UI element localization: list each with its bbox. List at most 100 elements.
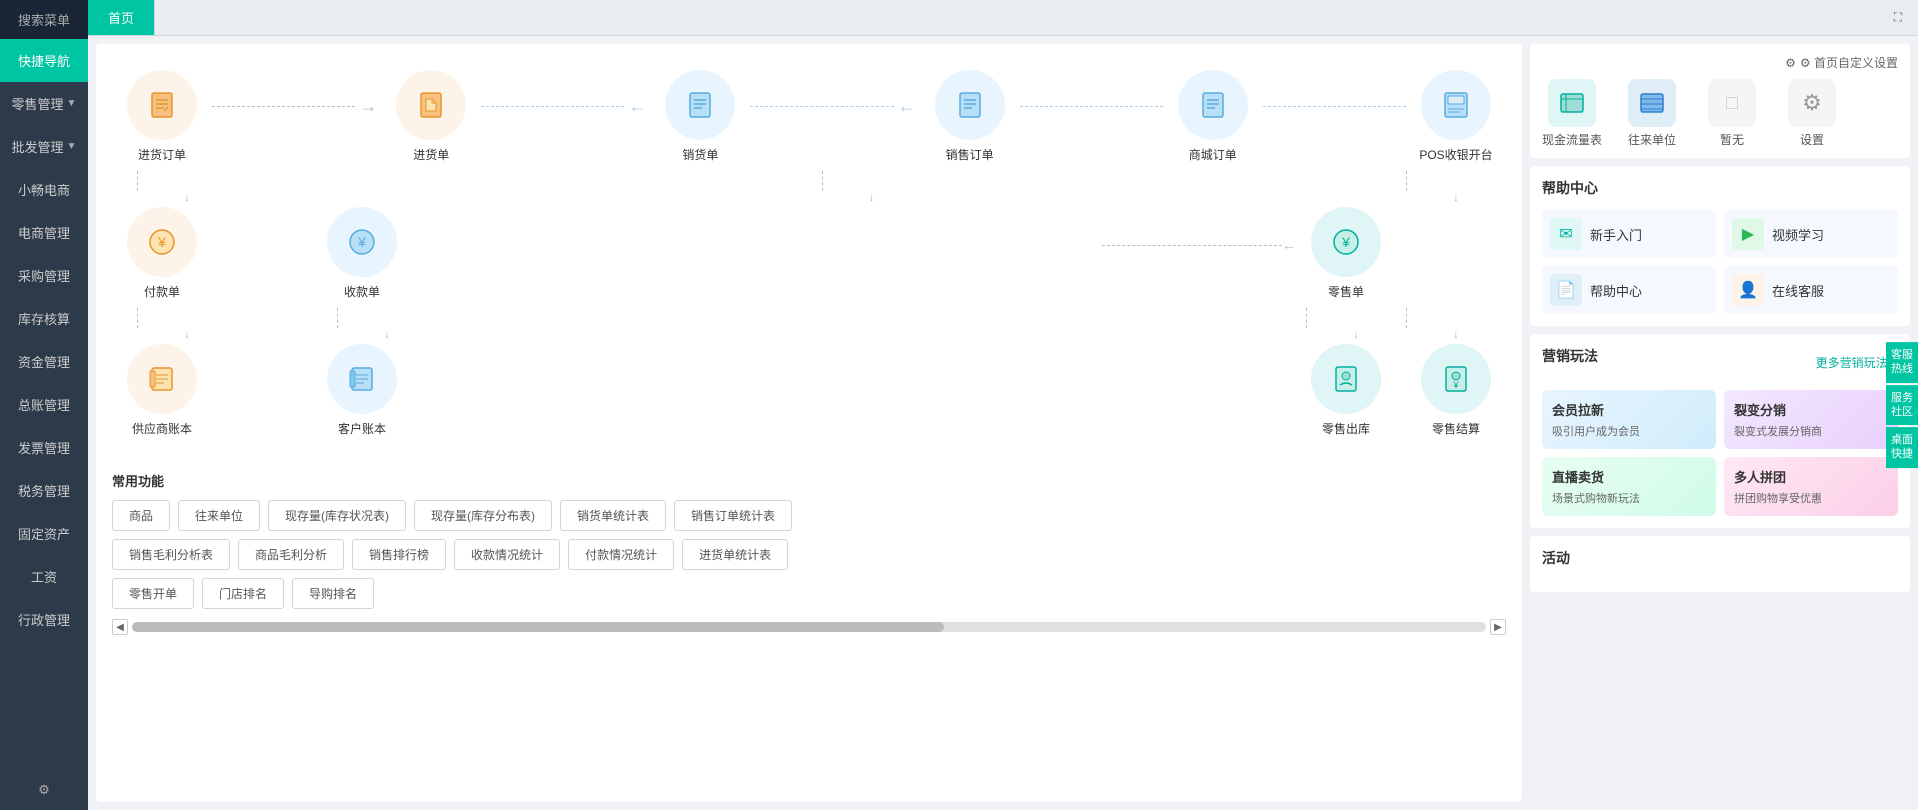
flow-v-arrow [822,171,922,191]
scroll-right-button[interactable]: ▶ [1490,619,1506,635]
func-btn-guide-rank[interactable]: 导购排名 [292,578,374,609]
flow-node-payment: ¥ 付款单 [112,207,212,300]
func-btn-order-stat[interactable]: 销售订单统计表 [674,500,792,531]
chevron-down-icon: ▼ [67,141,77,152]
tab-home[interactable]: 首页 [88,0,155,35]
marketing-item-fission[interactable]: 裂变分销 裂变式发展分销商 [1724,390,1898,449]
scroll-left-button[interactable]: ◀ [112,619,128,635]
quick-icon-settings[interactable]: ⚙ 设置 [1782,79,1842,148]
func-row-2: 销售毛利分析表 商品毛利分析 销售排行榜 收款情况统计 付款情况统计 进货单统计… [112,539,1506,570]
doc-icon: 📄 [1550,274,1582,306]
help-item-label: 新手入门 [1590,225,1642,244]
func-btn-purchase-stat[interactable]: 进货单统计表 [682,539,788,570]
marketing-header: 营销玩法 更多营销玩法 > [1542,346,1898,378]
flow-node-customer-ledger: 客户账本 [312,344,412,437]
right-panel: ⚙ ⚙ 首页自定义设置 现金流量表 [1530,44,1910,802]
flow-node-purchase: 进货单 [381,70,481,163]
supplier-ledger-icon [127,344,197,414]
sidebar-item-label: 发票管理 [18,438,70,457]
quick-icon-units[interactable]: 往来单位 [1622,79,1682,148]
tab-bar-right: ⛶ [1888,8,1918,28]
customize-label: ⚙ 首页自定义设置 [1800,54,1898,71]
common-functions: 常用功能 商品 往来单位 现存量(库存状况表) 现存量(库存分布表) 销货单统计… [112,471,1506,635]
func-btn-sales-stat[interactable]: 销货单统计表 [560,500,666,531]
float-buttons: 客服 热线 服务 社区 桌面 快捷 [1886,342,1918,468]
arrow-left-icon: ← [898,96,916,117]
left-panel: 进货订单 → [96,44,1522,802]
float-btn-community[interactable]: 服务 社区 [1886,385,1918,426]
sidebar-item-ledger[interactable]: 总账管理 [0,383,88,426]
help-item-label: 在线客服 [1772,281,1824,300]
func-btn-goods[interactable]: 商品 [112,500,170,531]
fullscreen-button[interactable]: ⛶ [1888,8,1908,28]
func-btn-profit1[interactable]: 销售毛利分析表 [112,539,230,570]
sidebar-item-admin[interactable]: 行政管理 [0,598,88,641]
arrow-left-icon: ← [628,96,646,117]
sidebar-item-wholesale[interactable]: 批发管理 ▼ [0,125,88,168]
flow-v-arrow [137,171,237,191]
func-btn-payment-stat[interactable]: 付款情况统计 [568,539,674,570]
sidebar-item-inventory[interactable]: 库存核算 [0,297,88,340]
func-btn-retail-order[interactable]: 零售开单 [112,578,194,609]
quick-icon-cashflow[interactable]: 现金流量表 [1542,79,1602,148]
flow-h-line [1102,245,1282,246]
sidebar-item-ecom[interactable]: 电商管理 [0,211,88,254]
func-btn-stock1[interactable]: 现存量(库存状况表) [268,500,406,531]
marketing-item-title: 直播卖货 [1552,467,1706,486]
sidebar-search[interactable]: 搜索菜单 [0,0,88,39]
quick-access-header: ⚙ ⚙ 首页自定义设置 [1542,54,1898,71]
empty-icon: □ [1708,79,1756,127]
func-btn-receipt-stat[interactable]: 收款情况统计 [454,539,560,570]
flow-v-arrow [1306,308,1406,328]
marketing-item-live[interactable]: 直播卖货 场景式购物新玩法 [1542,457,1716,516]
sidebar-item-purchase[interactable]: 采购管理 [0,254,88,297]
quick-icon-label: 现金流量表 [1542,131,1602,148]
sidebar-item-assets[interactable]: 固定资产 [0,512,88,555]
gear-icon: ⚙ [1802,90,1822,116]
marketing-item-group[interactable]: 多人拼团 拼团购物享受优惠 [1724,457,1898,516]
sidebar-item-ecom-small[interactable]: 小畅电商 [0,168,88,211]
float-btn-service[interactable]: 客服 热线 [1886,342,1918,383]
help-item-video[interactable]: ▶ 视频学习 [1724,210,1898,258]
sidebar-item-retail[interactable]: 零售管理 ▼ [0,82,88,125]
flow-node-label: 商城订单 [1189,146,1237,163]
float-btn-desktop[interactable]: 桌面 快捷 [1886,427,1918,468]
func-btn-stock2[interactable]: 现存量(库存分布表) [414,500,552,531]
flow-row-1: 进货订单 → [112,70,1506,163]
flow-vertical-arrows-2: ↓ ↓ ↓ ↓ [137,308,1506,340]
sidebar-item-label: 零售管理 [12,94,64,113]
sidebar-nav-item-quicknav[interactable]: 快捷导航 [0,39,88,82]
sidebar-item-finance[interactable]: 资金管理 [0,340,88,383]
func-btn-ranking[interactable]: 销售排行榜 [352,539,446,570]
help-item-help[interactable]: 📄 帮助中心 [1542,266,1716,314]
sidebar-item-label: 工资 [31,567,57,586]
retail-out-icon [1311,344,1381,414]
marketing-item-desc: 吸引用户成为会员 [1552,423,1706,439]
arrow-down-icon: ↓ [1406,328,1506,340]
sidebar-item-salary[interactable]: 工资 [0,555,88,598]
marketing-item-desc: 拼团购物享受优惠 [1734,490,1888,506]
play-icon: ▶ [1732,218,1764,250]
flow-node-label: 付款单 [144,283,180,300]
func-btn-profit2[interactable]: 商品毛利分析 [238,539,344,570]
sidebar-item-label: 批发管理 [12,137,64,156]
flow-node-label: 收款单 [344,283,380,300]
help-item-beginner[interactable]: ✉ 新手入门 [1542,210,1716,258]
quick-icon-empty[interactable]: □ 暂无 [1702,79,1762,148]
func-btn-store-rank[interactable]: 门店排名 [202,578,284,609]
sidebar-item-tax[interactable]: 税务管理 [0,469,88,512]
arrow-right-icon: → [359,96,377,117]
marketing-item-title: 裂变分销 [1734,400,1888,419]
gear-icon: ⚙ [38,782,50,797]
func-btn-units[interactable]: 往来单位 [178,500,260,531]
retail-order-icon: ¥ [1311,207,1381,277]
sidebar-settings-button[interactable]: ⚙ [0,770,88,810]
marketing-item-member[interactable]: 会员拉新 吸引用户成为会员 [1542,390,1716,449]
flow-arrow-right [1263,106,1406,107]
help-item-service[interactable]: 👤 在线客服 [1724,266,1898,314]
scroll-track[interactable] [132,622,1486,632]
sidebar-item-invoice[interactable]: 发票管理 [0,426,88,469]
customize-link[interactable]: ⚙ ⚙ 首页自定义设置 [1785,54,1898,71]
settings-icon: ⚙ [1788,79,1836,127]
gear-icon: ⚙ [1785,56,1796,70]
